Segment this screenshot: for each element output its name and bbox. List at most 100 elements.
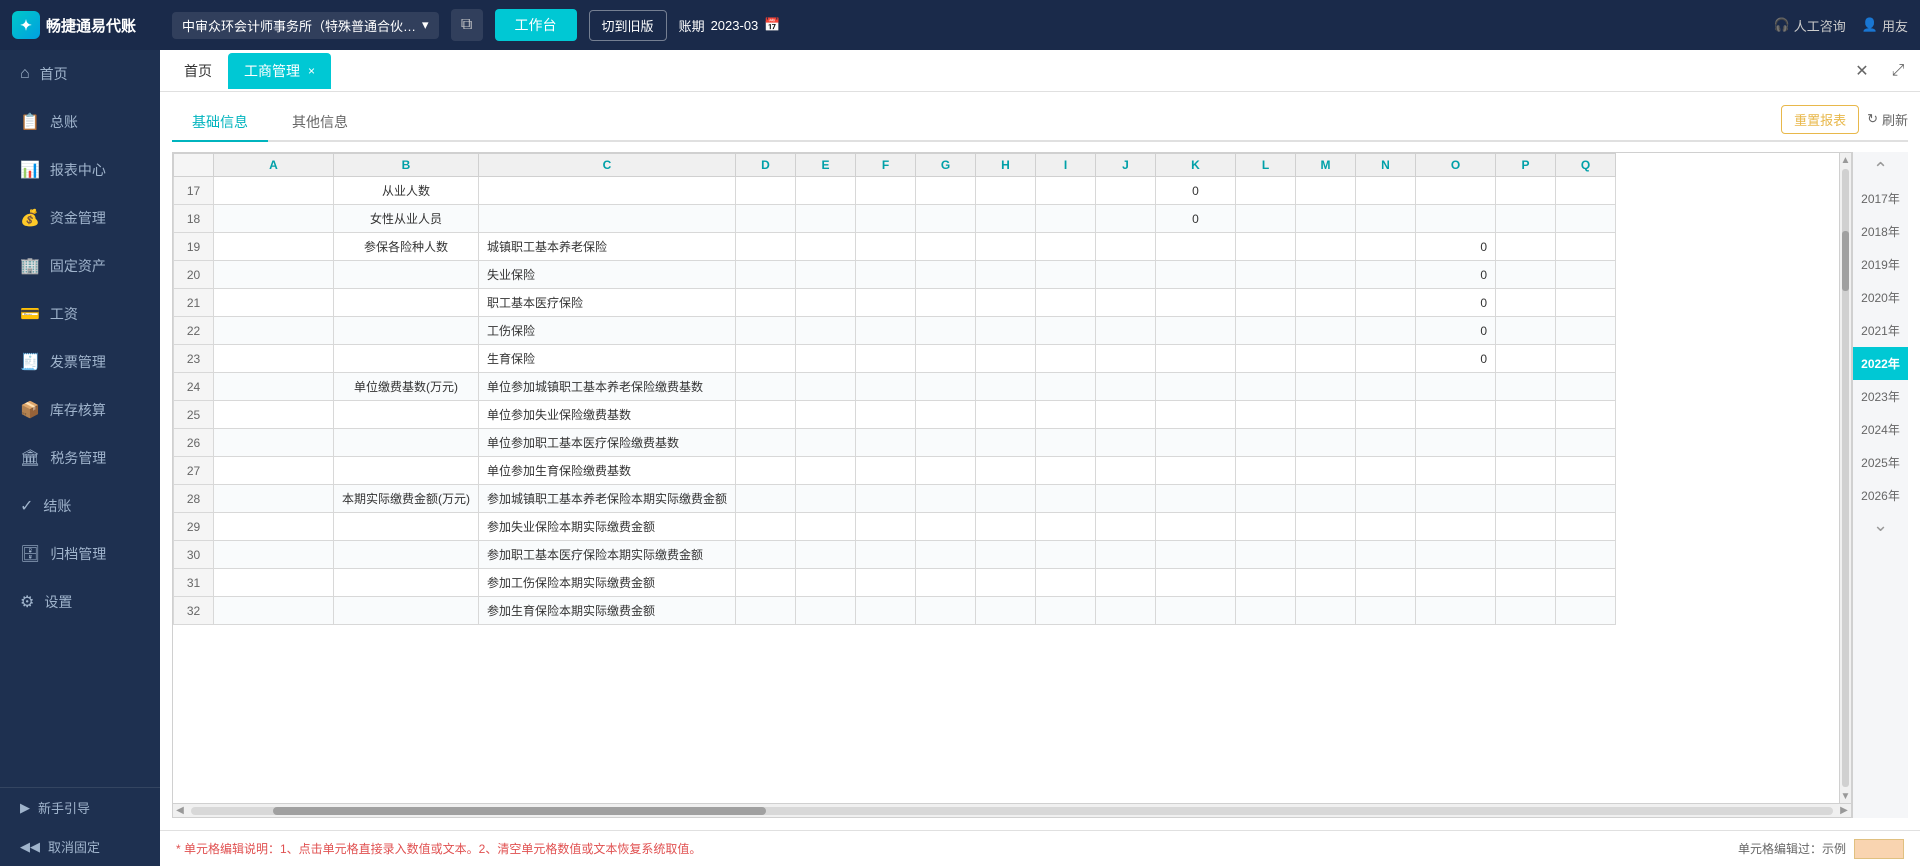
cell-p[interactable]: [1496, 429, 1556, 457]
cell-i[interactable]: [1036, 569, 1096, 597]
cell-g[interactable]: [916, 597, 976, 625]
cell-k[interactable]: [1156, 569, 1236, 597]
cell-d[interactable]: [736, 597, 796, 625]
scroll-track[interactable]: [191, 807, 1833, 815]
cell-n[interactable]: [1356, 345, 1416, 373]
cell-j[interactable]: [1096, 401, 1156, 429]
cell-p[interactable]: [1496, 457, 1556, 485]
cell-g[interactable]: [916, 541, 976, 569]
cell-h[interactable]: [976, 429, 1036, 457]
cell-h[interactable]: [976, 345, 1036, 373]
cell-row-num[interactable]: 21: [174, 289, 214, 317]
cell-a[interactable]: [214, 177, 334, 205]
cell-d[interactable]: [736, 177, 796, 205]
workbench-button[interactable]: 工作台: [495, 9, 577, 41]
cell-c[interactable]: 参加城镇职工基本养老保险本期实际缴费金额: [479, 485, 736, 513]
cell-m[interactable]: [1296, 289, 1356, 317]
old-version-button[interactable]: 切到旧版: [589, 10, 667, 41]
cell-q[interactable]: [1556, 401, 1616, 429]
cell-h[interactable]: [976, 541, 1036, 569]
cell-a[interactable]: [214, 457, 334, 485]
cell-a[interactable]: [214, 373, 334, 401]
cell-a[interactable]: [214, 317, 334, 345]
cell-b[interactable]: [334, 457, 479, 485]
scroll-down-arrow[interactable]: ▼: [1840, 789, 1851, 803]
sidebar-item-ledger[interactable]: 📋 总账: [0, 98, 160, 146]
cell-e[interactable]: [796, 345, 856, 373]
cell-g[interactable]: [916, 429, 976, 457]
cell-q[interactable]: [1556, 457, 1616, 485]
cell-f[interactable]: [856, 261, 916, 289]
cell-g[interactable]: [916, 317, 976, 345]
cell-l[interactable]: [1236, 317, 1296, 345]
cell-f[interactable]: [856, 205, 916, 233]
cell-p[interactable]: [1496, 317, 1556, 345]
cell-i[interactable]: [1036, 205, 1096, 233]
cell-e[interactable]: [796, 597, 856, 625]
cell-n[interactable]: [1356, 401, 1416, 429]
cell-g[interactable]: [916, 177, 976, 205]
hscroll-thumb[interactable]: [273, 807, 766, 815]
cell-k[interactable]: [1156, 457, 1236, 485]
cell-a[interactable]: [214, 401, 334, 429]
chevron-up-icon[interactable]: ⌃: [1873, 160, 1888, 178]
year-item-2024[interactable]: 2024年: [1853, 413, 1908, 446]
cell-row-num[interactable]: 26: [174, 429, 214, 457]
cell-e[interactable]: [796, 317, 856, 345]
cell-n[interactable]: [1356, 513, 1416, 541]
scroll-right-arrow[interactable]: ▶: [1837, 804, 1851, 817]
cell-l[interactable]: [1236, 205, 1296, 233]
cell-n[interactable]: [1356, 429, 1416, 457]
cell-a[interactable]: [214, 513, 334, 541]
sidebar-item-funds[interactable]: 💰 资金管理: [0, 194, 160, 242]
sub-tab-other[interactable]: 其他信息: [272, 104, 368, 142]
cell-p[interactable]: [1496, 597, 1556, 625]
cell-b[interactable]: [334, 261, 479, 289]
tab-home[interactable]: 首页: [168, 53, 228, 89]
cell-n[interactable]: [1356, 289, 1416, 317]
cell-g[interactable]: [916, 345, 976, 373]
cell-d[interactable]: [736, 485, 796, 513]
cell-n[interactable]: [1356, 597, 1416, 625]
sidebar-item-close[interactable]: ✓ 结账: [0, 482, 160, 530]
cell-b[interactable]: 从业人数: [334, 177, 479, 205]
sidebar-item-archive[interactable]: 🗄 归档管理: [0, 530, 160, 578]
cell-row-num[interactable]: 17: [174, 177, 214, 205]
cell-n[interactable]: [1356, 233, 1416, 261]
cell-p[interactable]: [1496, 569, 1556, 597]
scroll-up-arrow[interactable]: ▲: [1840, 153, 1851, 167]
cell-a[interactable]: [214, 233, 334, 261]
cell-c[interactable]: 职工基本医疗保险: [479, 289, 736, 317]
cell-e[interactable]: [796, 177, 856, 205]
cell-row-num[interactable]: 19: [174, 233, 214, 261]
cell-d[interactable]: [736, 569, 796, 597]
cell-j[interactable]: [1096, 597, 1156, 625]
cell-c[interactable]: 工伤保险: [479, 317, 736, 345]
sidebar-item-settings[interactable]: ⚙ 设置: [0, 578, 160, 626]
reset-report-button[interactable]: 重置报表: [1781, 105, 1859, 134]
chevron-down-icon[interactable]: ⌄: [1873, 516, 1888, 534]
cell-j[interactable]: [1096, 345, 1156, 373]
cell-m[interactable]: [1296, 373, 1356, 401]
cell-j[interactable]: [1096, 457, 1156, 485]
cell-n[interactable]: [1356, 205, 1416, 233]
cell-f[interactable]: [856, 513, 916, 541]
cell-q[interactable]: [1556, 429, 1616, 457]
cell-b[interactable]: [334, 345, 479, 373]
sheet-vertical-scrollbar[interactable]: ▲ ▼: [1839, 153, 1851, 803]
cell-k[interactable]: [1156, 261, 1236, 289]
cell-m[interactable]: [1296, 177, 1356, 205]
cell-e[interactable]: [796, 233, 856, 261]
cell-q[interactable]: [1556, 485, 1616, 513]
cell-q[interactable]: [1556, 177, 1616, 205]
cell-j[interactable]: [1096, 205, 1156, 233]
cell-d[interactable]: [736, 345, 796, 373]
cell-o[interactable]: [1416, 541, 1496, 569]
cell-q[interactable]: [1556, 569, 1616, 597]
cell-p[interactable]: [1496, 373, 1556, 401]
cell-a[interactable]: [214, 289, 334, 317]
sidebar-item-salary[interactable]: 💳 工资: [0, 290, 160, 338]
sidebar-item-home[interactable]: ⌂ 首页: [0, 50, 160, 98]
cell-m[interactable]: [1296, 345, 1356, 373]
cell-g[interactable]: [916, 233, 976, 261]
